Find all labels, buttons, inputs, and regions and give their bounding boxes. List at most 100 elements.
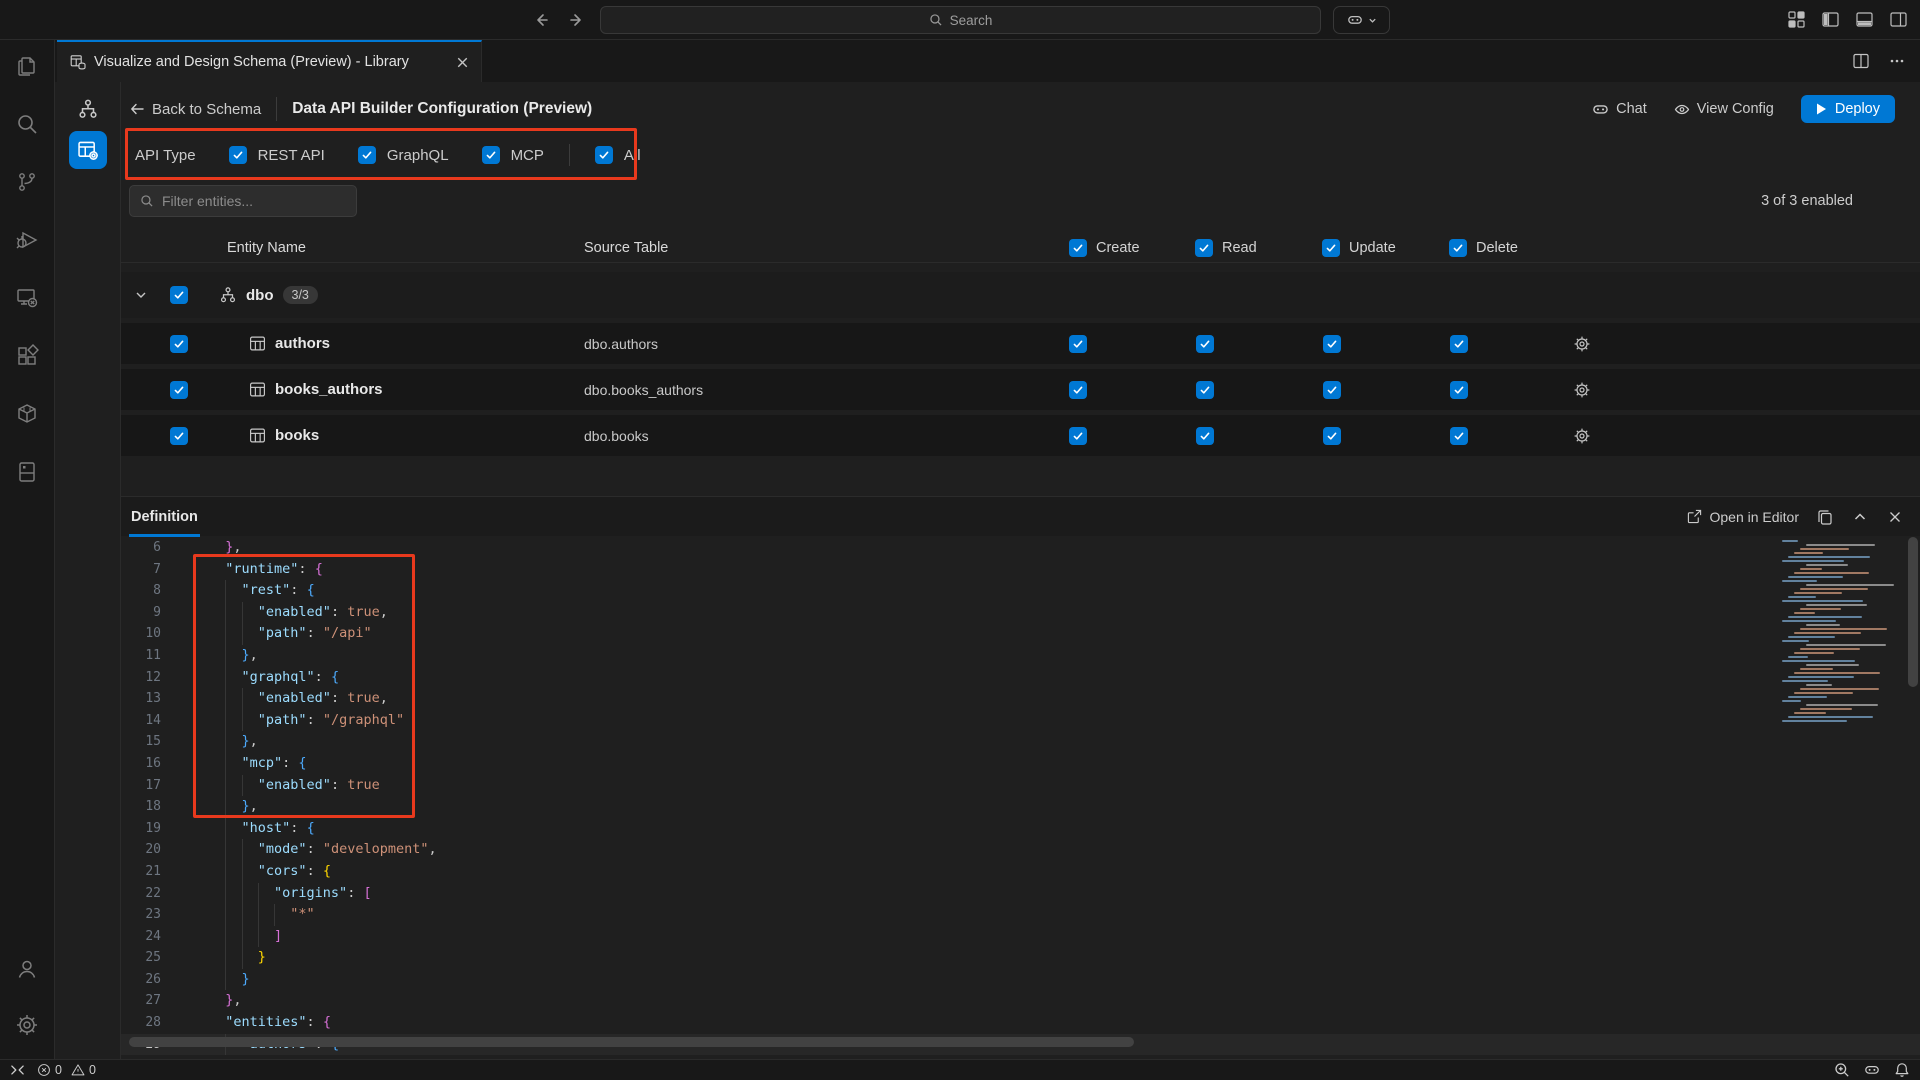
chevron-down-icon[interactable] bbox=[134, 288, 148, 302]
nav-forward-button[interactable] bbox=[566, 10, 586, 30]
open-in-editor-button[interactable]: Open in Editor bbox=[1687, 509, 1800, 525]
code-line-26: 26 } bbox=[121, 969, 1920, 991]
code-line-6: 6 }, bbox=[121, 537, 1920, 559]
command-center-search[interactable]: Search bbox=[600, 6, 1321, 34]
containers-icon[interactable] bbox=[15, 402, 39, 426]
api-type-row: API Type REST API GraphQL MCP All bbox=[121, 137, 1920, 173]
close-icon[interactable] bbox=[454, 54, 471, 71]
toggle-secondary-sidebar-icon[interactable] bbox=[1889, 10, 1908, 29]
remote-explorer-icon[interactable] bbox=[15, 286, 39, 310]
tab-visualize-schema[interactable]: Visualize and Design Schema (Preview) - … bbox=[57, 40, 482, 82]
filter-text-field[interactable] bbox=[162, 193, 346, 209]
read-all-checkbox[interactable] bbox=[1195, 239, 1213, 257]
customize-layout-icon[interactable] bbox=[1787, 10, 1806, 29]
authors-read-checkbox[interactable] bbox=[1196, 335, 1214, 353]
option-mcp[interactable]: MCP bbox=[482, 146, 544, 164]
line-number: 17 bbox=[121, 775, 161, 797]
minimap[interactable] bbox=[1782, 540, 1895, 724]
split-editor-icon[interactable] bbox=[1852, 52, 1870, 70]
source-control-icon[interactable] bbox=[15, 170, 39, 194]
delete-all-checkbox[interactable] bbox=[1449, 239, 1467, 257]
nav-back-button[interactable] bbox=[532, 10, 552, 30]
option-rest-api[interactable]: REST API bbox=[229, 146, 325, 164]
update-all-checkbox[interactable] bbox=[1322, 239, 1340, 257]
books-create-checkbox[interactable] bbox=[1069, 427, 1087, 445]
enabled-summary: 3 of 3 enabled bbox=[1761, 193, 1853, 209]
settings-gear-icon[interactable] bbox=[15, 1013, 39, 1037]
chevron-up-icon[interactable] bbox=[1851, 508, 1869, 526]
back-to-schema-button[interactable]: Back to Schema bbox=[129, 101, 261, 118]
books-enabled-checkbox[interactable] bbox=[170, 427, 188, 445]
schema-group-row[interactable]: dbo3/3 bbox=[121, 272, 1920, 318]
horizontal-scrollbar[interactable] bbox=[129, 1037, 1134, 1047]
code-line-21: 21 "cors": { bbox=[121, 861, 1920, 883]
definition-tab[interactable]: Definition bbox=[129, 497, 200, 537]
books_authors-create-checkbox[interactable] bbox=[1069, 381, 1087, 399]
zoom-icon[interactable] bbox=[1834, 1062, 1850, 1078]
line-number: 11 bbox=[121, 645, 161, 667]
toggle-primary-sidebar-icon[interactable] bbox=[1821, 10, 1840, 29]
copilot-menu-button[interactable] bbox=[1333, 6, 1390, 34]
deploy-button[interactable]: Deploy bbox=[1801, 95, 1895, 123]
tab-strip: Visualize and Design Schema (Preview) - … bbox=[55, 40, 1920, 82]
books_authors-enabled-checkbox[interactable] bbox=[170, 381, 188, 399]
code-line-8: 8 "rest": { bbox=[121, 580, 1920, 602]
authors-enabled-checkbox[interactable] bbox=[170, 335, 188, 353]
definition-code-editor[interactable]: 6 },7 "runtime": {8 "rest": {9 "enabled"… bbox=[121, 536, 1920, 1059]
authors-delete-checkbox[interactable] bbox=[1450, 335, 1468, 353]
line-number: 6 bbox=[121, 537, 161, 559]
more-actions-icon[interactable] bbox=[1888, 52, 1906, 70]
explorer-icon[interactable] bbox=[15, 54, 39, 78]
authors-create-checkbox[interactable] bbox=[1069, 335, 1087, 353]
chat-button[interactable]: Chat bbox=[1592, 101, 1647, 118]
entity-settings-gear-icon[interactable] bbox=[1573, 335, 1591, 353]
option-all[interactable]: All bbox=[595, 146, 641, 164]
account-icon[interactable] bbox=[15, 957, 39, 981]
copilot-status-icon[interactable] bbox=[1864, 1062, 1880, 1078]
rest-api-checkbox[interactable] bbox=[229, 146, 247, 164]
remote-indicator[interactable] bbox=[10, 1063, 25, 1077]
books-read-checkbox[interactable] bbox=[1196, 427, 1214, 445]
problems-indicator[interactable]: 0 0 bbox=[37, 1063, 96, 1077]
extensions-icon[interactable] bbox=[15, 344, 39, 368]
mcp-checkbox[interactable] bbox=[482, 146, 500, 164]
books_authors-update-checkbox[interactable] bbox=[1323, 381, 1341, 399]
code-line-16: 16 "mcp": { bbox=[121, 753, 1920, 775]
books_authors-read-checkbox[interactable] bbox=[1196, 381, 1214, 399]
books_authors-delete-checkbox[interactable] bbox=[1450, 381, 1468, 399]
search-sidebar-icon[interactable] bbox=[15, 112, 39, 136]
run-debug-icon[interactable] bbox=[15, 228, 39, 252]
code-line-17: 17 "enabled": true bbox=[121, 775, 1920, 797]
filter-entities-input[interactable] bbox=[129, 185, 357, 217]
line-number: 15 bbox=[121, 731, 161, 753]
close-icon[interactable] bbox=[1886, 508, 1904, 526]
copy-icon[interactable] bbox=[1816, 508, 1834, 526]
rail-dab-config-button[interactable] bbox=[69, 131, 107, 169]
books-delete-checkbox[interactable] bbox=[1450, 427, 1468, 445]
entity-settings-gear-icon[interactable] bbox=[1573, 381, 1591, 399]
books-update-checkbox[interactable] bbox=[1323, 427, 1341, 445]
entity-settings-gear-icon[interactable] bbox=[1573, 427, 1591, 445]
entity-row-books[interactable]: books dbo.books bbox=[121, 415, 1920, 456]
database-icon[interactable] bbox=[15, 460, 39, 484]
group-dbo-checkbox[interactable] bbox=[170, 286, 188, 304]
entity-row-books_authors[interactable]: books_authors dbo.books_authors bbox=[121, 369, 1920, 410]
graphql-checkbox[interactable] bbox=[358, 146, 376, 164]
view-config-button[interactable]: View Config bbox=[1674, 101, 1774, 117]
entity-source: dbo.books bbox=[584, 428, 1015, 444]
column-update: Update bbox=[1268, 239, 1395, 257]
entity-row-authors[interactable]: authors dbo.authors bbox=[121, 323, 1920, 364]
code-line-7: 7 "runtime": { bbox=[121, 559, 1920, 581]
bell-icon[interactable] bbox=[1894, 1062, 1910, 1078]
toggle-panel-icon[interactable] bbox=[1855, 10, 1874, 29]
titlebar: Search bbox=[0, 0, 1920, 40]
rail-schema-designer-button[interactable] bbox=[69, 90, 107, 128]
vertical-scrollbar[interactable] bbox=[1908, 537, 1918, 687]
code-line-25: 25 } bbox=[121, 947, 1920, 969]
authors-update-checkbox[interactable] bbox=[1323, 335, 1341, 353]
create-all-checkbox[interactable] bbox=[1069, 239, 1087, 257]
code-line-18: 18 }, bbox=[121, 796, 1920, 818]
option-graphql[interactable]: GraphQL bbox=[358, 146, 449, 164]
line-number: 26 bbox=[121, 969, 161, 991]
all-checkbox[interactable] bbox=[595, 146, 613, 164]
